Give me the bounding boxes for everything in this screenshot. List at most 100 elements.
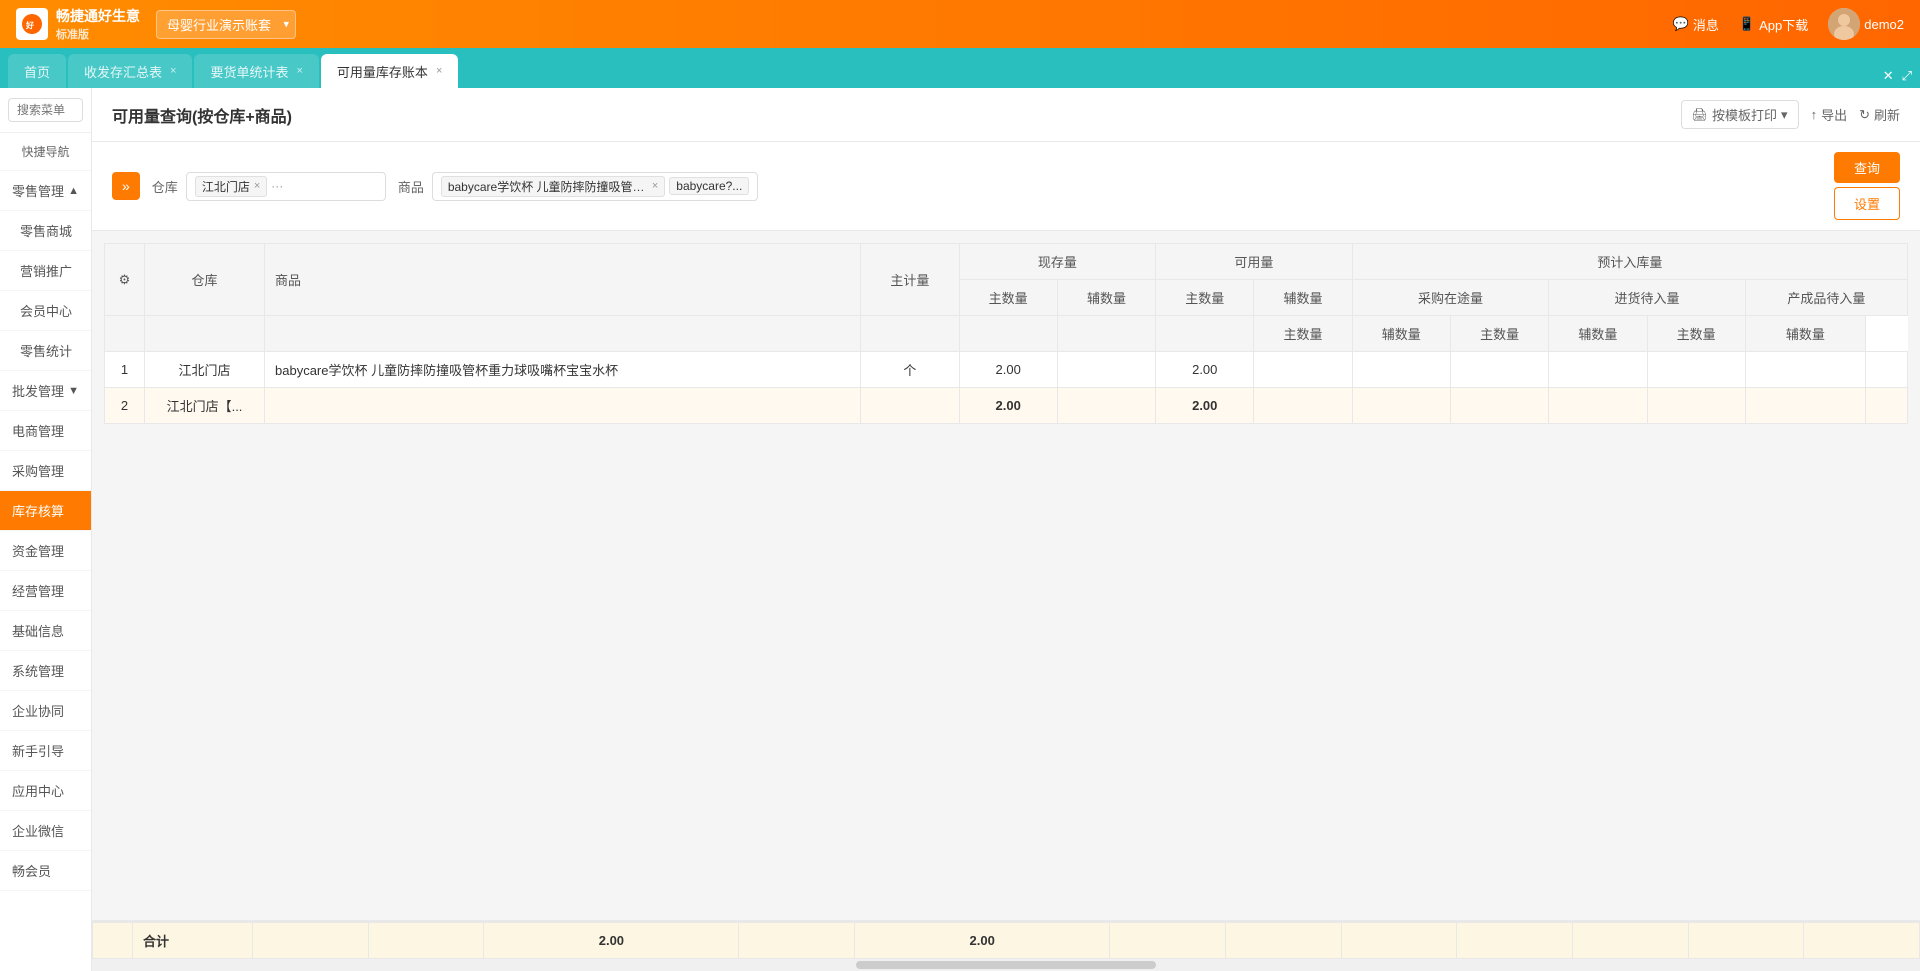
horizontal-scrollbar[interactable]	[92, 959, 1920, 971]
sidebar-item-wholesale[interactable]: 批发管理 ▼	[0, 371, 91, 411]
export-icon: ↑	[1811, 107, 1818, 122]
sidebar-item-zero-retail[interactable]: 零售管理 ▲	[0, 171, 91, 211]
sidebar: 快捷导航 零售管理 ▲ 零售商城 营销推广 会员中心 零售统计 批发管理 ▼ 电…	[0, 88, 92, 971]
tab-receive-pay[interactable]: 收发存汇总表 ×	[68, 54, 192, 88]
chevron-down-print: ▾	[1781, 107, 1788, 123]
col-header-available: 可用量	[1156, 244, 1353, 280]
settings-btn[interactable]: 设置	[1834, 187, 1900, 220]
col-header-current-main: 主数量	[959, 280, 1057, 316]
sidebar-item-finance[interactable]: 资金管理	[0, 531, 91, 571]
sidebar-item-marketing[interactable]: 营销推广	[0, 251, 91, 291]
page-header-actions: 🖨 按模板打印 ▾ ↑ 导出 ↻ 刷新	[1681, 100, 1901, 129]
cell-warehouse-1: 江北门店	[145, 352, 265, 388]
app-download-btn[interactable]: 📱 App下载	[1739, 15, 1808, 34]
col-subheader-empty2	[145, 316, 265, 352]
warehouse-filter-group: 仓库 江北门店 × ···	[152, 172, 386, 201]
product-tag-0[interactable]: babycare学饮杯 儿童防摔防撞吸管杯重力球吸嘴杯宝宝水杯 ×	[441, 176, 665, 197]
col-header-product: 商品	[265, 244, 861, 316]
filter-bar: » 仓库 江北门店 × ··· 商品 babycare学饮杯 儿童防摔防撞吸管杯…	[92, 142, 1920, 231]
table-row: 2 江北门店【... 2.00 2.00	[105, 388, 1908, 424]
export-btn[interactable]: ↑ 导出	[1811, 105, 1848, 124]
footer-current-main: 2.00	[484, 923, 739, 959]
cell-no-1: 1	[105, 352, 145, 388]
filter-more-dots: ···	[271, 179, 283, 193]
sidebar-item-new-guide[interactable]: 新手引导	[0, 731, 91, 771]
product-tags[interactable]: babycare学饮杯 儿童防摔防撞吸管杯重力球吸嘴杯宝宝水杯 × babyca…	[432, 172, 758, 201]
sidebar-item-app-center[interactable]: 应用中心	[0, 771, 91, 811]
tab-available-stock[interactable]: 可用量库存账本 ×	[321, 54, 458, 88]
cell-product-main-1	[1745, 352, 1865, 388]
col-header-avail-main: 主数量	[1156, 280, 1254, 316]
message-btn[interactable]: 💬 消息	[1673, 15, 1719, 34]
sidebar-item-retail-stats[interactable]: 零售统计	[0, 331, 91, 371]
sidebar-item-enterprise-wx[interactable]: 企业微信	[0, 811, 91, 851]
download-icon: 📱	[1739, 16, 1755, 32]
sidebar-item-inventory[interactable]: 库存核算	[0, 491, 91, 531]
cell-unit-1: 个	[861, 352, 959, 388]
cell-purchase-aux-2	[1450, 388, 1548, 424]
close-tab-receive-pay[interactable]: ×	[170, 65, 176, 77]
sidebar-item-retail-mall[interactable]: 零售商城	[0, 211, 91, 251]
cell-current-aux-1	[1057, 352, 1155, 388]
print-icon: 🖨	[1692, 107, 1709, 123]
remove-warehouse-tag[interactable]: ×	[254, 180, 260, 192]
search-input[interactable]	[8, 98, 83, 122]
sidebar-item-ecommerce[interactable]: 电商管理	[0, 411, 91, 451]
col-subheader-empty6	[1057, 316, 1155, 352]
warehouse-tags[interactable]: 江北门店 × ···	[186, 172, 386, 201]
footer-empty1	[93, 923, 133, 959]
cell-product-aux-1	[1865, 352, 1907, 388]
chevron-icon: ▲	[68, 185, 79, 197]
footer-empty3	[368, 923, 484, 959]
avatar	[1828, 8, 1860, 40]
expand-icon[interactable]: ⤢	[1902, 68, 1912, 84]
footer-p6	[1804, 923, 1920, 959]
account-selector[interactable]: 母婴行业演示账套 ▾	[156, 10, 296, 39]
filter-toggle-btn[interactable]: »	[112, 172, 140, 200]
content-area: 可用量查询(按仓库+商品) 🖨 按模板打印 ▾ ↑ 导出 ↻ 刷新 »	[92, 88, 1920, 971]
close-tab-order-stats[interactable]: ×	[296, 65, 302, 77]
cell-current-main-1: 2.00	[959, 352, 1057, 388]
sidebar-item-purchase[interactable]: 采购管理	[0, 451, 91, 491]
product-tag-1[interactable]: babycare?...	[669, 177, 749, 195]
query-btn[interactable]: 查询	[1834, 152, 1900, 183]
user-avatar-btn[interactable]: demo2	[1828, 8, 1904, 40]
tab-home[interactable]: 首页	[8, 54, 66, 88]
filter-actions: 查询 设置	[1834, 152, 1900, 220]
scroll-thumb[interactable]	[856, 961, 1156, 969]
page-title: 可用量查询(按仓库+商品)	[112, 103, 292, 127]
page-header: 可用量查询(按仓库+商品) 🖨 按模板打印 ▾ ↑ 导出 ↻ 刷新	[92, 88, 1920, 142]
sidebar-item-enterprise[interactable]: 企业协同	[0, 691, 91, 731]
remove-product-tag-0[interactable]: ×	[652, 180, 658, 192]
message-icon: 💬	[1673, 16, 1689, 32]
tab-bar-right: ✕ ⤢	[1883, 68, 1912, 88]
warehouse-tag-0[interactable]: 江北门店 ×	[195, 176, 267, 197]
sidebar-item-member[interactable]: 会员中心	[0, 291, 91, 331]
cell-purchase-aux-1	[1450, 352, 1548, 388]
col-header-avail-aux: 辅数量	[1254, 280, 1352, 316]
sidebar-item-basic-info[interactable]: 基础信息	[0, 611, 91, 651]
col-subheader-product-aux: 辅数量	[1745, 316, 1865, 352]
footer-empty2	[253, 923, 369, 959]
app-title: 畅捷通好生意	[56, 6, 140, 26]
col-subheader-empty5	[959, 316, 1057, 352]
col-header-unit: 主计量	[861, 244, 959, 316]
tab-order-stats[interactable]: 要货单统计表 ×	[194, 54, 318, 88]
cell-product-main-2	[1745, 388, 1865, 424]
warehouse-label: 仓库	[152, 177, 178, 196]
close-tab-available-stock[interactable]: ×	[436, 65, 442, 77]
refresh-btn[interactable]: ↻ 刷新	[1859, 105, 1900, 124]
col-subheader-empty4	[861, 316, 959, 352]
close-all-icon[interactable]: ✕	[1883, 68, 1894, 84]
cell-current-main-2: 2.00	[959, 388, 1057, 424]
footer-avail-main: 2.00	[855, 923, 1110, 959]
template-print-btn[interactable]: 🖨 按模板打印 ▾	[1681, 100, 1799, 129]
sidebar-item-system[interactable]: 系统管理	[0, 651, 91, 691]
sidebar-item-quick-nav[interactable]: 快捷导航	[0, 133, 91, 171]
footer-p4	[1572, 923, 1688, 959]
sidebar-search-area	[0, 88, 91, 133]
table-row: 1 江北门店 babycare学饮杯 儿童防摔防撞吸管杯重力球吸嘴杯宝宝水杯 个…	[105, 352, 1908, 388]
col-header-purchase-transit: 采购在途量	[1352, 280, 1549, 316]
sidebar-item-member2[interactable]: 畅会员	[0, 851, 91, 891]
sidebar-item-operation[interactable]: 经营管理	[0, 571, 91, 611]
